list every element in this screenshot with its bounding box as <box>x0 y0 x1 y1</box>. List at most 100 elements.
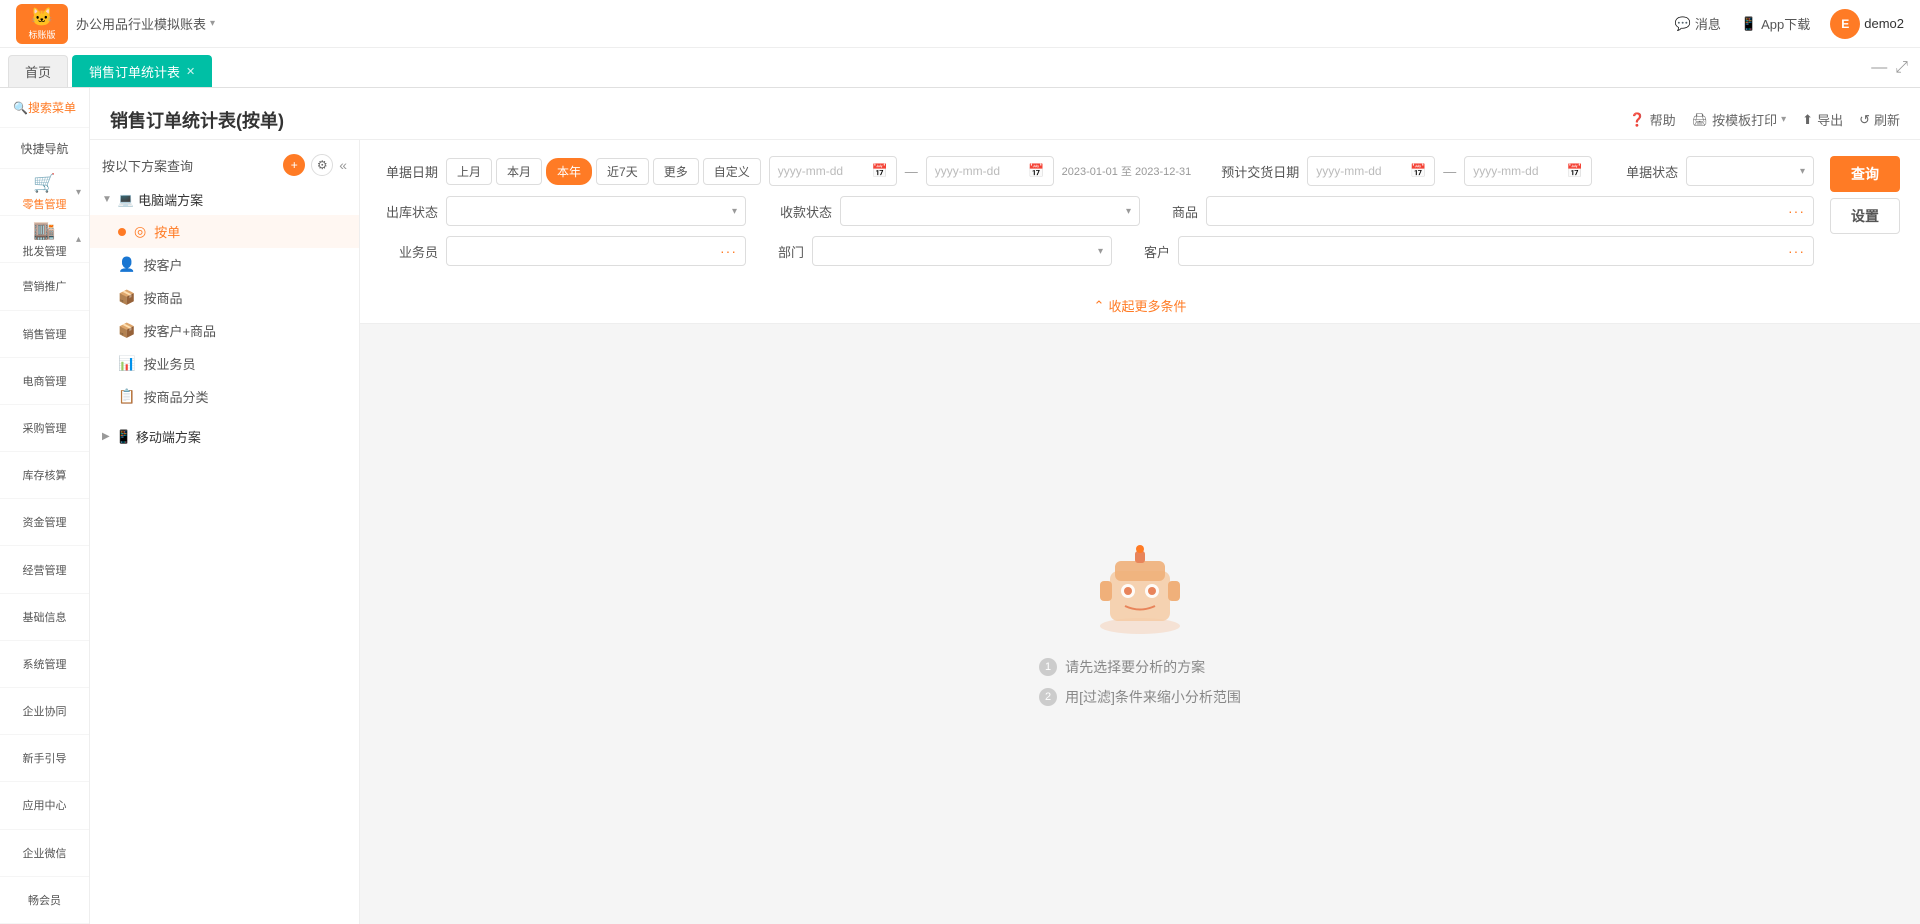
scheme-item-by-customer[interactable]: 👤 按客户 <box>90 248 359 281</box>
scheme-group-mobile-toggle[interactable]: ▶ 📱 移动端方案 <box>90 421 359 452</box>
salesperson-select[interactable]: ··· <box>446 236 746 266</box>
topbar: 🐱 标账版 办公用品行业模拟账表 ▾ 💬 消息 📱 App下载 E demo2 <box>0 0 1920 48</box>
tip-2-num: 2 <box>1039 688 1057 706</box>
left-panel-title: 按以下方案查询 <box>102 156 275 175</box>
add-scheme-btn[interactable]: + <box>283 154 305 176</box>
date-to-input[interactable]: yyyy-mm-dd 📅 <box>926 156 1054 186</box>
date-range-text: 2023-01-01 至 2023-12-31 <box>1062 163 1192 179</box>
topbar-left: 🐱 标账版 办公用品行业模拟账表 ▾ <box>16 4 215 44</box>
scheme-item-by-category[interactable]: 📋 按商品分类 <box>90 380 359 413</box>
department-select[interactable]: ▾ <box>812 236 1112 266</box>
collapse-panel-btn[interactable]: « <box>339 157 347 173</box>
sidebar-item-ecommerce[interactable]: 电商管理 <box>0 358 89 405</box>
sidebar-item-cooperation[interactable]: 企业协同 <box>0 688 89 735</box>
sidebar-item-sales[interactable]: 销售管理 <box>0 311 89 358</box>
maximize-icon[interactable]: ⤢ <box>1895 59 1908 77</box>
expected-date-to-input[interactable]: yyyy-mm-dd 📅 <box>1464 156 1592 186</box>
scheme-by-cat-label: 按商品分类 <box>143 387 208 406</box>
sidebar-item-wechat[interactable]: 企业微信 <box>0 830 89 877</box>
tab-sales-stat[interactable]: 销售订单统计表 ✕ <box>72 55 212 87</box>
active-indicator <box>118 228 126 236</box>
settings-btn[interactable]: 设置 <box>1830 198 1900 234</box>
this-month-btn[interactable]: 本月 <box>496 158 542 185</box>
sidebar-item-system[interactable]: 系统管理 <box>0 641 89 688</box>
chevron-up-icon: ▴ <box>76 234 81 245</box>
scheme-group-pc-toggle[interactable]: ▼ 💻 电脑端方案 <box>90 184 359 215</box>
user-name: demo2 <box>1864 16 1904 31</box>
settings-scheme-btn[interactable]: ⚙ <box>311 154 333 176</box>
this-year-btn[interactable]: 本年 <box>546 158 592 185</box>
more-date-btn[interactable]: 更多 <box>653 158 699 185</box>
salesperson-label: 业务员 <box>380 242 438 261</box>
goods-select[interactable]: ··· <box>1206 196 1814 226</box>
scheme-item-by-salesperson[interactable]: 📊 按业务员 <box>90 347 359 380</box>
custom-date-btn[interactable]: 自定义 <box>703 158 761 185</box>
sidebar-item-wholesale[interactable]: 🏬 批发管理 ▴ <box>0 216 89 263</box>
scheme-item-by-product[interactable]: 📦 按商品 <box>90 281 359 314</box>
chevron-down-icon: ▼ <box>102 194 112 205</box>
delivery-status-select[interactable]: ▾ <box>446 196 746 226</box>
chevron-down-icon: ▾ <box>76 187 81 198</box>
goods-label: 商品 <box>1168 202 1198 221</box>
sidebar-nav-quick[interactable]: 快捷导航 <box>0 128 89 168</box>
help-label: 帮助 <box>1650 110 1676 129</box>
date-to-placeholder: yyyy-mm-dd <box>935 164 1000 178</box>
customer-select[interactable]: ··· <box>1178 236 1814 266</box>
query-btn[interactable]: 查询 <box>1830 156 1900 192</box>
sidebar-item-tutorial[interactable]: 新手引导 <box>0 735 89 782</box>
payment-status-select[interactable]: ▾ <box>840 196 1140 226</box>
sidebar: 🔍 帮助 搜索菜单 快捷导航 🛒 零售管理 ▾ 🏬 批发管理 ▴ 营销推广 销售… <box>0 88 90 924</box>
empty-tips: 1 请先选择要分析的方案 2 用[过滤]条件来缩小分析范围 <box>1039 657 1241 707</box>
refresh-btn[interactable]: ↺ 刷新 <box>1859 110 1900 129</box>
app-title-text: 办公用品行业模拟账表 <box>76 14 206 33</box>
last7-btn[interactable]: 近7天 <box>596 158 649 185</box>
avatar: E <box>1830 9 1860 39</box>
sidebar-item-vip[interactable]: 畅会员 <box>0 877 89 924</box>
sidebar-item-operations[interactable]: 经营管理 <box>0 546 89 593</box>
scheme-by-customer-label: 按客户 <box>143 255 182 274</box>
print-chevron-icon: ▾ <box>1781 114 1786 125</box>
delivery-chevron-icon: ▾ <box>732 206 737 217</box>
scheme-group-pc: ▼ 💻 电脑端方案 ◎ 按单 👤 按客户 📦 <box>90 184 359 421</box>
help-btn[interactable]: ❓ 帮助 <box>1629 110 1675 129</box>
scheme-by-order-icon: ◎ <box>134 223 146 240</box>
scheme-item-by-order[interactable]: ◎ 按单 <box>90 215 359 248</box>
gear-icon: ⚙ <box>317 158 328 172</box>
doc-status-select[interactable]: ▾ <box>1686 156 1814 186</box>
tab-home[interactable]: 首页 <box>8 55 68 87</box>
export-btn[interactable]: ⬆ 导出 <box>1802 110 1843 129</box>
help-icon: ❓ <box>1629 112 1645 128</box>
collapse-label: 收起更多条件 <box>1108 296 1186 315</box>
sidebar-item-apps[interactable]: 应用中心 <box>0 782 89 829</box>
sidebar-item-finance[interactable]: 资金管理 <box>0 499 89 546</box>
department-label: 部门 <box>774 242 804 261</box>
message-icon: 💬 <box>1675 16 1691 32</box>
department-chevron-icon: ▾ <box>1098 246 1103 257</box>
sidebar-item-marketing[interactable]: 营销推广 <box>0 263 89 310</box>
minimize-icon[interactable]: — <box>1871 59 1887 77</box>
date-range-separator: — <box>905 164 918 179</box>
sidebar-search[interactable]: 🔍 帮助 搜索菜单 <box>0 88 89 128</box>
export-icon: ⬆ <box>1802 112 1813 128</box>
sidebar-item-retail[interactable]: 🛒 零售管理 ▾ <box>0 169 89 216</box>
prev-month-btn[interactable]: 上月 <box>446 158 492 185</box>
collapse-more-btn[interactable]: ⌃ 收起更多条件 <box>360 288 1920 324</box>
scheme-by-sales-icon: 📊 <box>118 355 135 372</box>
scheme-by-product-icon: 📦 <box>118 289 135 306</box>
scheme-item-by-customer-product[interactable]: 📦 按客户+商品 <box>90 314 359 347</box>
expected-date-from-input[interactable]: yyyy-mm-dd 📅 <box>1307 156 1435 186</box>
sidebar-item-basic[interactable]: 基础信息 <box>0 594 89 641</box>
app-title[interactable]: 办公用品行业模拟账表 ▾ <box>76 14 215 33</box>
date-from-input[interactable]: yyyy-mm-dd 📅 <box>769 156 897 186</box>
user-area[interactable]: E demo2 <box>1830 9 1904 39</box>
app-download-btn[interactable]: 📱 App下载 <box>1741 14 1810 33</box>
sidebar-item-purchase[interactable]: 采购管理 <box>0 405 89 452</box>
message-btn[interactable]: 💬 消息 <box>1675 14 1721 33</box>
tab-sales-stat-label: 销售订单统计表 <box>89 62 180 81</box>
page-area: 销售订单统计表(按单) ❓ 帮助 🖨 按模板打印 ▾ ⬆ 导出 ↺ 刷新 <box>90 88 1920 924</box>
calendar-from-icon: 📅 <box>872 163 888 179</box>
print-btn[interactable]: 🖨 按模板打印 ▾ <box>1692 110 1787 129</box>
scheme-by-product-label: 按商品 <box>143 288 182 307</box>
sidebar-item-inventory[interactable]: 库存核算 <box>0 452 89 499</box>
tab-close-icon[interactable]: ✕ <box>186 65 195 78</box>
